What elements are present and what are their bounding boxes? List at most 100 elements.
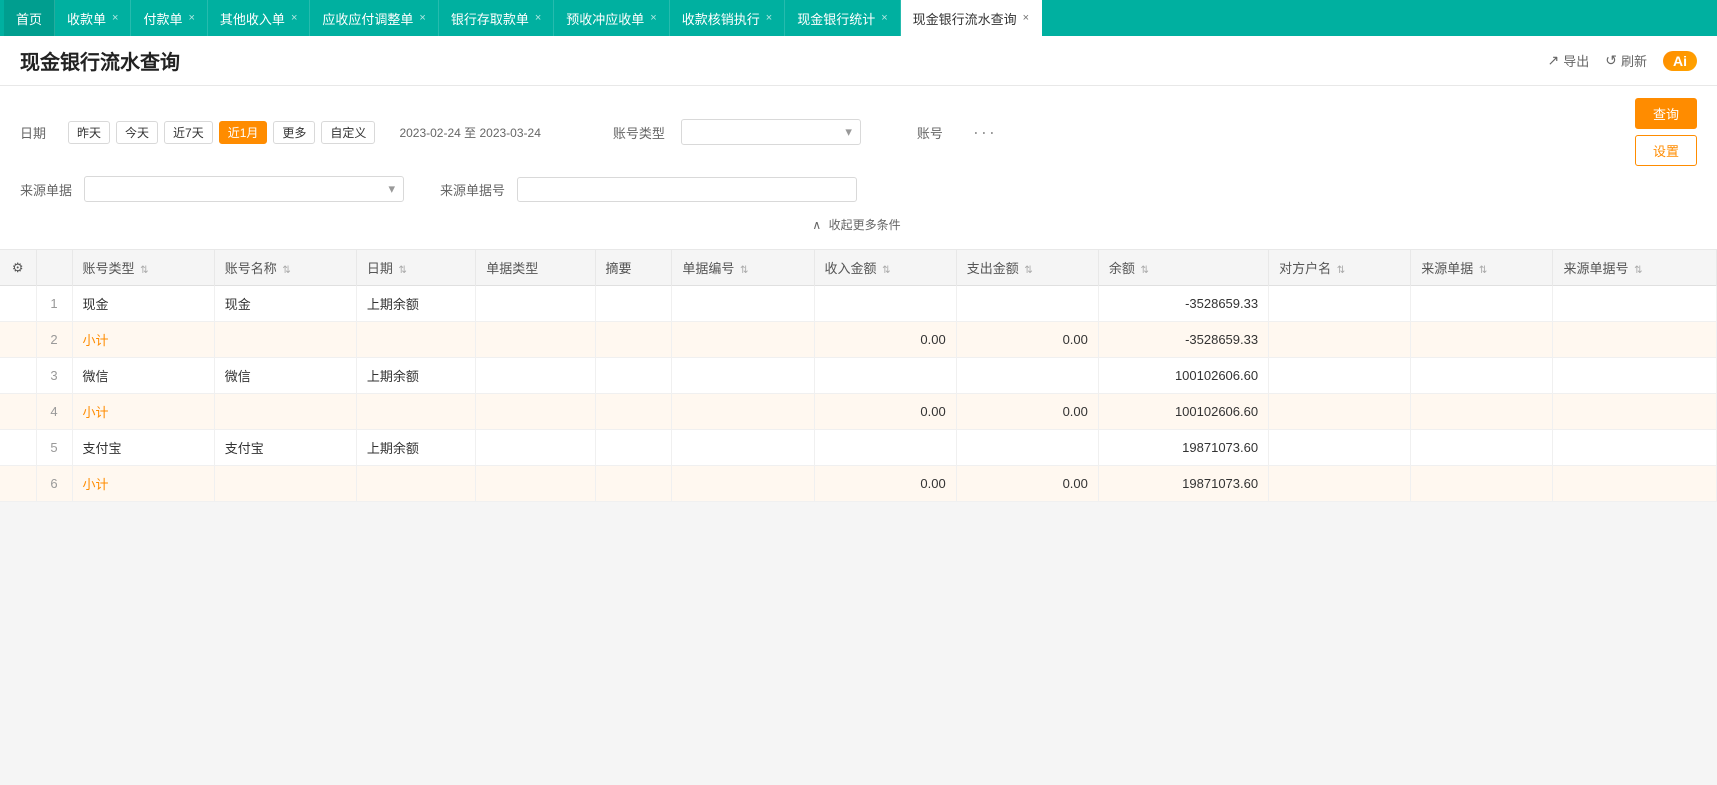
- cell-balance: 19871073.60: [1098, 466, 1268, 502]
- nav-tab-collection[interactable]: 收款核销执行 ×: [670, 0, 785, 36]
- source-doc-no-input[interactable]: [517, 177, 857, 202]
- close-advance-icon[interactable]: ×: [650, 12, 656, 24]
- col-income[interactable]: 收入金额 ⇅: [814, 250, 956, 286]
- account-type-select[interactable]: ▾: [681, 119, 861, 145]
- collapse-icon: ∧: [812, 218, 821, 232]
- page-header: 现金银行流水查询 ↗ 导出 ↺ 刷新 Ai: [0, 36, 1717, 86]
- close-collection-icon[interactable]: ×: [766, 12, 772, 24]
- col-expense[interactable]: 支出金额 ⇅: [956, 250, 1098, 286]
- cell-expense: 0.00: [956, 466, 1098, 502]
- table-row: 3微信微信上期余额100102606.60: [0, 358, 1717, 394]
- date-7days[interactable]: 近7天: [164, 121, 213, 144]
- col-summary: 摘要: [595, 250, 672, 286]
- cell-expense: [956, 430, 1098, 466]
- cell-rownum: 5: [36, 430, 72, 466]
- cell-date: 上期余额: [356, 358, 475, 394]
- nav-tab-other-income[interactable]: 其他收入单 ×: [208, 0, 310, 36]
- nav-tab-adjustment-label: 应收应付调整单: [322, 9, 413, 28]
- refresh-icon: ↺: [1605, 52, 1617, 69]
- refresh-button[interactable]: ↺ 刷新: [1605, 51, 1647, 70]
- cell-settings: [0, 430, 36, 466]
- nav-tab-bank-withdrawal[interactable]: 银行存取款单 ×: [439, 0, 554, 36]
- right-buttons: 查询 设置: [1635, 98, 1697, 166]
- cell-source-doc-no: [1553, 358, 1717, 394]
- cell-summary: [595, 430, 672, 466]
- nav-tab-adjustment[interactable]: 应收应付调整单 ×: [310, 0, 438, 36]
- account-dots[interactable]: ···: [969, 122, 1001, 143]
- cell-summary: [595, 322, 672, 358]
- cell-account-type: 小计: [72, 466, 214, 502]
- cell-settings: [0, 466, 36, 502]
- header-actions: ↗ 导出 ↺ 刷新 Ai: [1548, 51, 1698, 71]
- date-today[interactable]: 今天: [116, 121, 158, 144]
- nav-tab-stats[interactable]: 现金银行统计 ×: [785, 0, 900, 36]
- source-doc-label: 来源单据: [20, 180, 72, 199]
- close-adjustment-icon[interactable]: ×: [419, 12, 425, 24]
- account-label: 账号: [917, 123, 953, 142]
- query-button[interactable]: 查询: [1635, 98, 1697, 129]
- cell-source-doc: [1411, 394, 1553, 430]
- cell-account-name: 现金: [214, 286, 356, 322]
- nav-tab-payment[interactable]: 付款单 ×: [131, 0, 207, 36]
- col-source-doc[interactable]: 来源单据 ⇅: [1411, 250, 1553, 286]
- cell-summary: [595, 394, 672, 430]
- col-source-doc-no[interactable]: 来源单据号 ⇅: [1553, 250, 1717, 286]
- cell-source-doc-no: [1553, 394, 1717, 430]
- date-label: 日期: [20, 123, 56, 142]
- export-button[interactable]: ↗ 导出: [1548, 51, 1590, 70]
- cell-doc-type: [476, 286, 595, 322]
- nav-tab-receipt-label: 收款单: [67, 9, 106, 28]
- cell-counterparty: [1269, 466, 1411, 502]
- top-nav: 首页 收款单 × 付款单 × 其他收入单 × 应收应付调整单 × 银行存取款单 …: [0, 0, 1717, 36]
- cell-date: 上期余额: [356, 430, 475, 466]
- col-date[interactable]: 日期 ⇅: [356, 250, 475, 286]
- cell-doc-no: [672, 394, 814, 430]
- col-account-type[interactable]: 账号类型 ⇅: [72, 250, 214, 286]
- cell-account-name: [214, 466, 356, 502]
- cell-summary: [595, 286, 672, 322]
- nav-tab-advance[interactable]: 预收冲应收单 ×: [554, 0, 669, 36]
- close-stats-icon[interactable]: ×: [881, 12, 887, 24]
- col-balance[interactable]: 余额 ⇅: [1098, 250, 1268, 286]
- date-range: 2023-02-24 至 2023-03-24: [399, 124, 540, 141]
- table-body: 1现金现金上期余额-3528659.332小计0.000.00-3528659.…: [0, 286, 1717, 502]
- table-row: 5支付宝支付宝上期余额19871073.60: [0, 430, 1717, 466]
- cell-source-doc-no: [1553, 286, 1717, 322]
- nav-tab-flow[interactable]: 现金银行流水查询 ×: [901, 0, 1042, 36]
- settings-button[interactable]: 设置: [1635, 135, 1697, 166]
- close-other-income-icon[interactable]: ×: [291, 12, 297, 24]
- cell-rownum: 2: [36, 322, 72, 358]
- nav-tab-payment-label: 付款单: [143, 9, 182, 28]
- nav-tab-home[interactable]: 首页: [4, 0, 55, 36]
- data-table: ⚙ 账号类型 ⇅ 账号名称 ⇅ 日期 ⇅ 单据类型 摘要 单据编号 ⇅ 收入金额…: [0, 250, 1717, 502]
- date-more[interactable]: 更多: [273, 121, 315, 144]
- cell-settings: [0, 322, 36, 358]
- cell-expense: 0.00: [956, 322, 1098, 358]
- close-bank-withdrawal-icon[interactable]: ×: [535, 12, 541, 24]
- cell-counterparty: [1269, 322, 1411, 358]
- date-yesterday[interactable]: 昨天: [68, 121, 110, 144]
- date-1month[interactable]: 近1月: [219, 121, 268, 144]
- col-counterparty[interactable]: 对方户名 ⇅: [1269, 250, 1411, 286]
- close-payment-icon[interactable]: ×: [188, 12, 194, 24]
- close-flow-icon[interactable]: ×: [1023, 12, 1029, 24]
- cell-balance: 100102606.60: [1098, 394, 1268, 430]
- col-doc-no[interactable]: 单据编号 ⇅: [672, 250, 814, 286]
- nav-tab-advance-label: 预收冲应收单: [566, 9, 644, 28]
- col-settings[interactable]: ⚙: [0, 250, 36, 286]
- filter-row-source: 来源单据 ▾ 来源单据号: [20, 176, 1697, 202]
- nav-tab-receipt[interactable]: 收款单 ×: [55, 0, 131, 36]
- cell-balance: 19871073.60: [1098, 430, 1268, 466]
- cell-income: [814, 286, 956, 322]
- cell-settings: [0, 394, 36, 430]
- close-receipt-icon[interactable]: ×: [112, 12, 118, 24]
- filter-area: 日期 昨天 今天 近7天 近1月 更多 自定义 2023-02-24 至 202…: [0, 86, 1717, 250]
- source-doc-select[interactable]: ▾: [84, 176, 404, 202]
- collapse-bar[interactable]: ∧ 收起更多条件: [20, 212, 1697, 241]
- cell-account-name: 支付宝: [214, 430, 356, 466]
- table-row: 1现金现金上期余额-3528659.33: [0, 286, 1717, 322]
- cell-expense: 0.00: [956, 394, 1098, 430]
- col-account-name[interactable]: 账号名称 ⇅: [214, 250, 356, 286]
- ai-button[interactable]: Ai: [1663, 51, 1697, 71]
- date-custom[interactable]: 自定义: [321, 121, 375, 144]
